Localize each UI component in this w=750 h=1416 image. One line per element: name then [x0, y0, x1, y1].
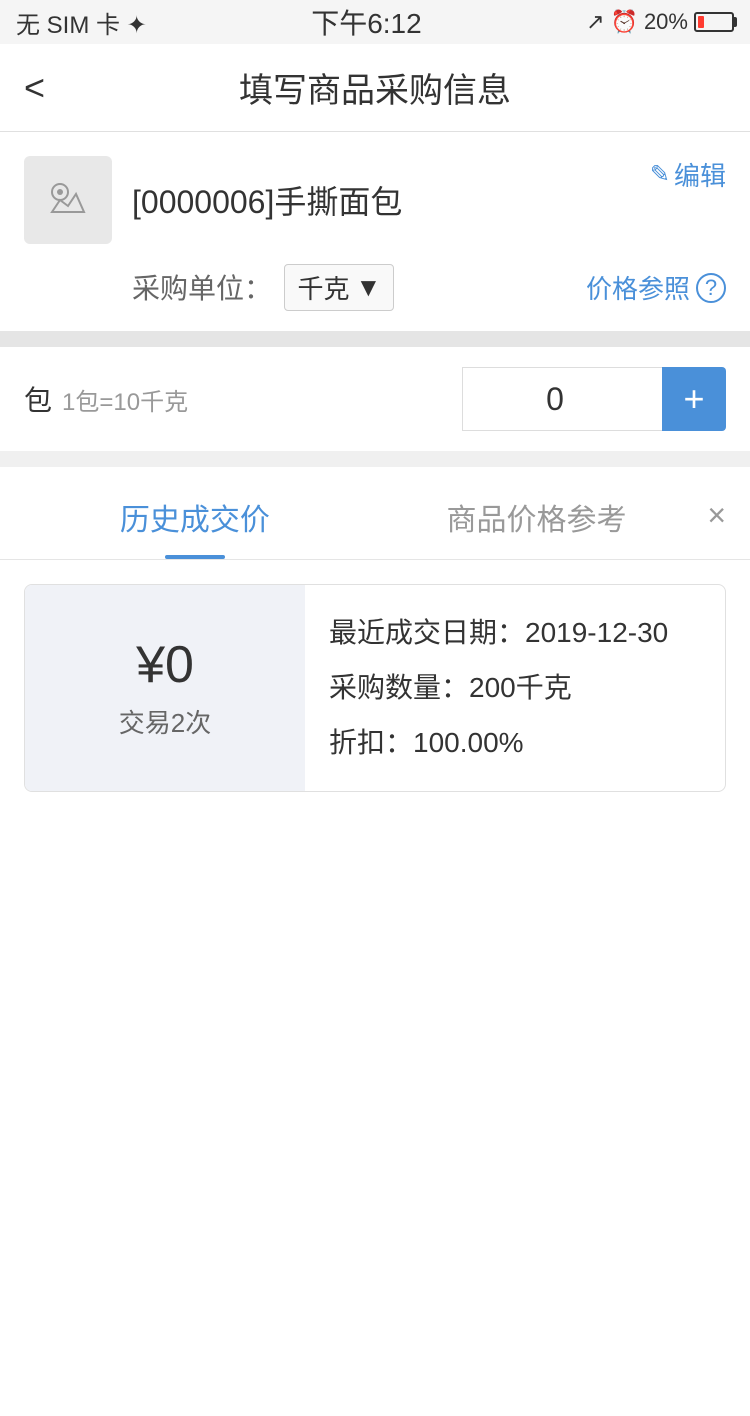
product-name: [0000006]手撕面包 — [132, 177, 402, 223]
quantity-plus-button[interactable]: + — [662, 367, 726, 431]
quantity-row: 包 1包=10千克 + — [0, 347, 750, 451]
price-reference-link[interactable]: 价格参照 ? — [586, 269, 726, 306]
edit-button[interactable]: ✎ 编辑 — [650, 156, 726, 193]
product-unit-row: 采购单位： 千克 ▼ 价格参照 ? — [24, 264, 726, 311]
battery-percent: 20% — [644, 9, 688, 35]
price-content: ¥0 交易2次 最近成交日期：2019-12-30 采购数量：200千克 折扣：… — [0, 560, 750, 816]
price-summary-panel: ¥0 交易2次 — [25, 585, 305, 791]
product-header: [0000006]手撕面包 ✎ 编辑 — [24, 156, 726, 244]
product-info: [0000006]手撕面包 — [24, 156, 402, 244]
status-network: 无 SIM 卡 ✦ — [16, 5, 147, 40]
help-icon: ? — [696, 273, 726, 303]
unit-label: 采购单位： — [132, 273, 272, 304]
nav-bar: < 填写商品采购信息 — [0, 44, 750, 132]
edit-icon: ✎ — [650, 160, 670, 189]
unit-badge: 包 — [24, 379, 52, 419]
tabs-header: 历史成交价 商品价格参考 × — [0, 467, 750, 560]
page-content-area — [0, 816, 750, 1416]
chevron-down-icon: ▼ — [355, 272, 381, 303]
price-amount: ¥0 — [136, 635, 194, 695]
status-icons: ↗ ⏰ 20% — [586, 9, 734, 35]
location-icon: ↗ — [586, 9, 604, 35]
status-time: 下午6:12 — [311, 2, 422, 42]
unit-ratio: 1包=10千克 — [62, 382, 188, 417]
tab-history-price[interactable]: 历史成交价 — [24, 467, 366, 559]
product-thumbnail — [24, 156, 112, 244]
back-button[interactable]: < — [24, 67, 45, 109]
section-divider — [0, 331, 750, 347]
status-bar: 无 SIM 卡 ✦ 下午6:12 ↗ ⏰ 20% — [0, 0, 750, 44]
unit-selector-row: 采购单位： 千克 ▼ — [24, 264, 394, 311]
tab-price-reference[interactable]: 商品价格参考 — [366, 467, 708, 559]
price-detail-panel: 最近成交日期：2019-12-30 采购数量：200千克 折扣：100.00% — [305, 585, 725, 791]
purchase-qty-row: 采购数量：200千克 — [329, 668, 701, 707]
unit-dropdown[interactable]: 千克 ▼ — [284, 264, 394, 311]
quantity-control: + — [462, 367, 726, 431]
recent-date-row: 最近成交日期：2019-12-30 — [329, 613, 701, 652]
page-title: 填写商品采购信息 — [239, 63, 511, 112]
battery-icon — [694, 12, 734, 32]
quantity-input[interactable] — [462, 367, 662, 431]
alarm-icon: ⏰ — [611, 9, 638, 35]
product-card: [0000006]手撕面包 ✎ 编辑 采购单位： 千克 ▼ 价格参照 ? — [0, 132, 750, 331]
tab-close-button[interactable]: × — [707, 473, 726, 554]
price-card: ¥0 交易2次 最近成交日期：2019-12-30 采购数量：200千克 折扣：… — [24, 584, 726, 792]
discount-row: 折扣：100.00% — [329, 723, 701, 762]
tabs-section: 历史成交价 商品价格参考 × ¥0 交易2次 最近成交日期：2019-12-30… — [0, 467, 750, 816]
quantity-unit-info: 包 1包=10千克 — [24, 379, 188, 419]
transactions-count: 交易2次 — [119, 703, 211, 740]
no-sim-text: 无 SIM 卡 ✦ — [16, 5, 147, 40]
